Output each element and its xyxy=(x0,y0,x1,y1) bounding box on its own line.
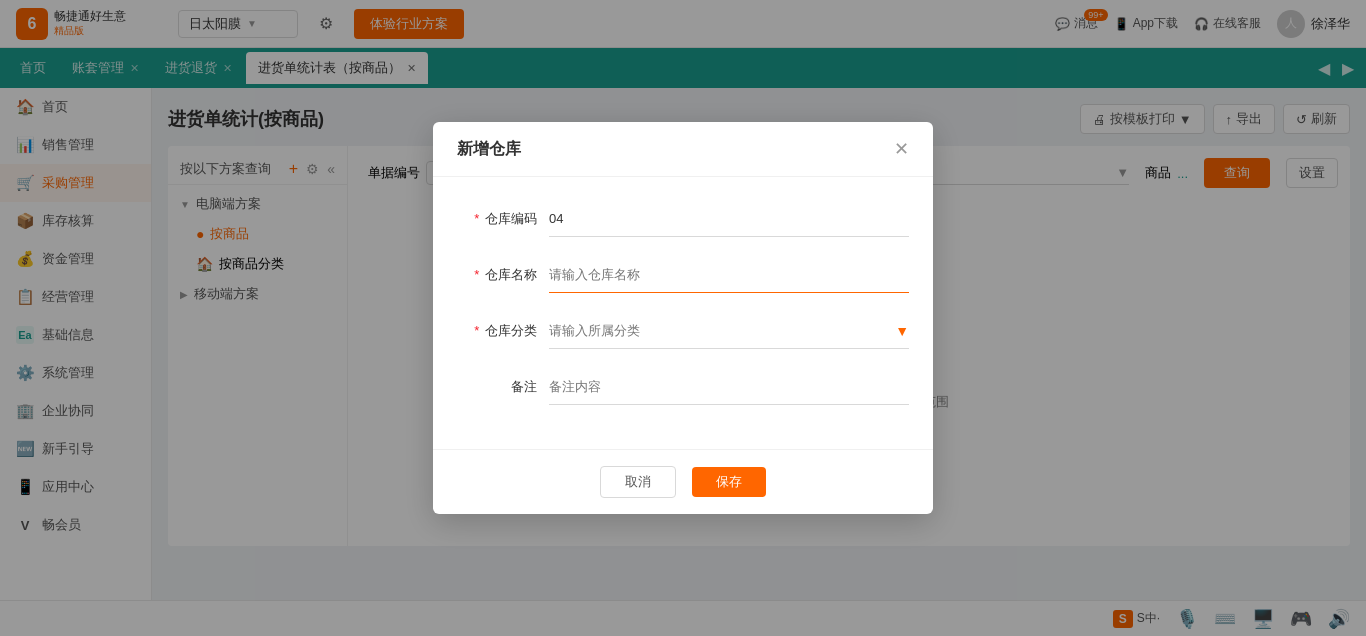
name-required-star: * xyxy=(474,267,479,282)
category-label: * 仓库分类 xyxy=(457,322,537,340)
modal-footer: 取消 保存 xyxy=(433,449,933,514)
note-label: 备注 xyxy=(457,378,537,396)
cancel-button[interactable]: 取消 xyxy=(600,466,676,498)
save-button[interactable]: 保存 xyxy=(692,467,766,497)
code-field-row: * 仓库编码 xyxy=(457,201,909,237)
name-label: * 仓库名称 xyxy=(457,266,537,284)
code-required-star: * xyxy=(474,211,479,226)
note-field-row: 备注 xyxy=(457,369,909,405)
category-select-container: ▼ xyxy=(549,313,909,349)
category-select-input[interactable] xyxy=(549,323,895,338)
code-input[interactable] xyxy=(549,201,909,237)
modal-title: 新增仓库 xyxy=(457,139,521,160)
modal: 新增仓库 ✕ * 仓库编码 * 仓库名称 xyxy=(433,122,933,514)
modal-overlay: 新增仓库 ✕ * 仓库编码 * 仓库名称 xyxy=(0,0,1366,636)
category-required-star: * xyxy=(474,323,479,338)
modal-header: 新增仓库 ✕ xyxy=(433,122,933,177)
name-field-row: * 仓库名称 xyxy=(457,257,909,293)
modal-close-button[interactable]: ✕ xyxy=(894,138,909,160)
modal-body: * 仓库编码 * 仓库名称 * 仓库分类 xyxy=(433,177,933,449)
category-dropdown-icon[interactable]: ▼ xyxy=(895,323,909,339)
name-input[interactable] xyxy=(549,257,909,293)
category-field-row: * 仓库分类 ▼ xyxy=(457,313,909,349)
code-label: * 仓库编码 xyxy=(457,210,537,228)
note-input[interactable] xyxy=(549,369,909,405)
